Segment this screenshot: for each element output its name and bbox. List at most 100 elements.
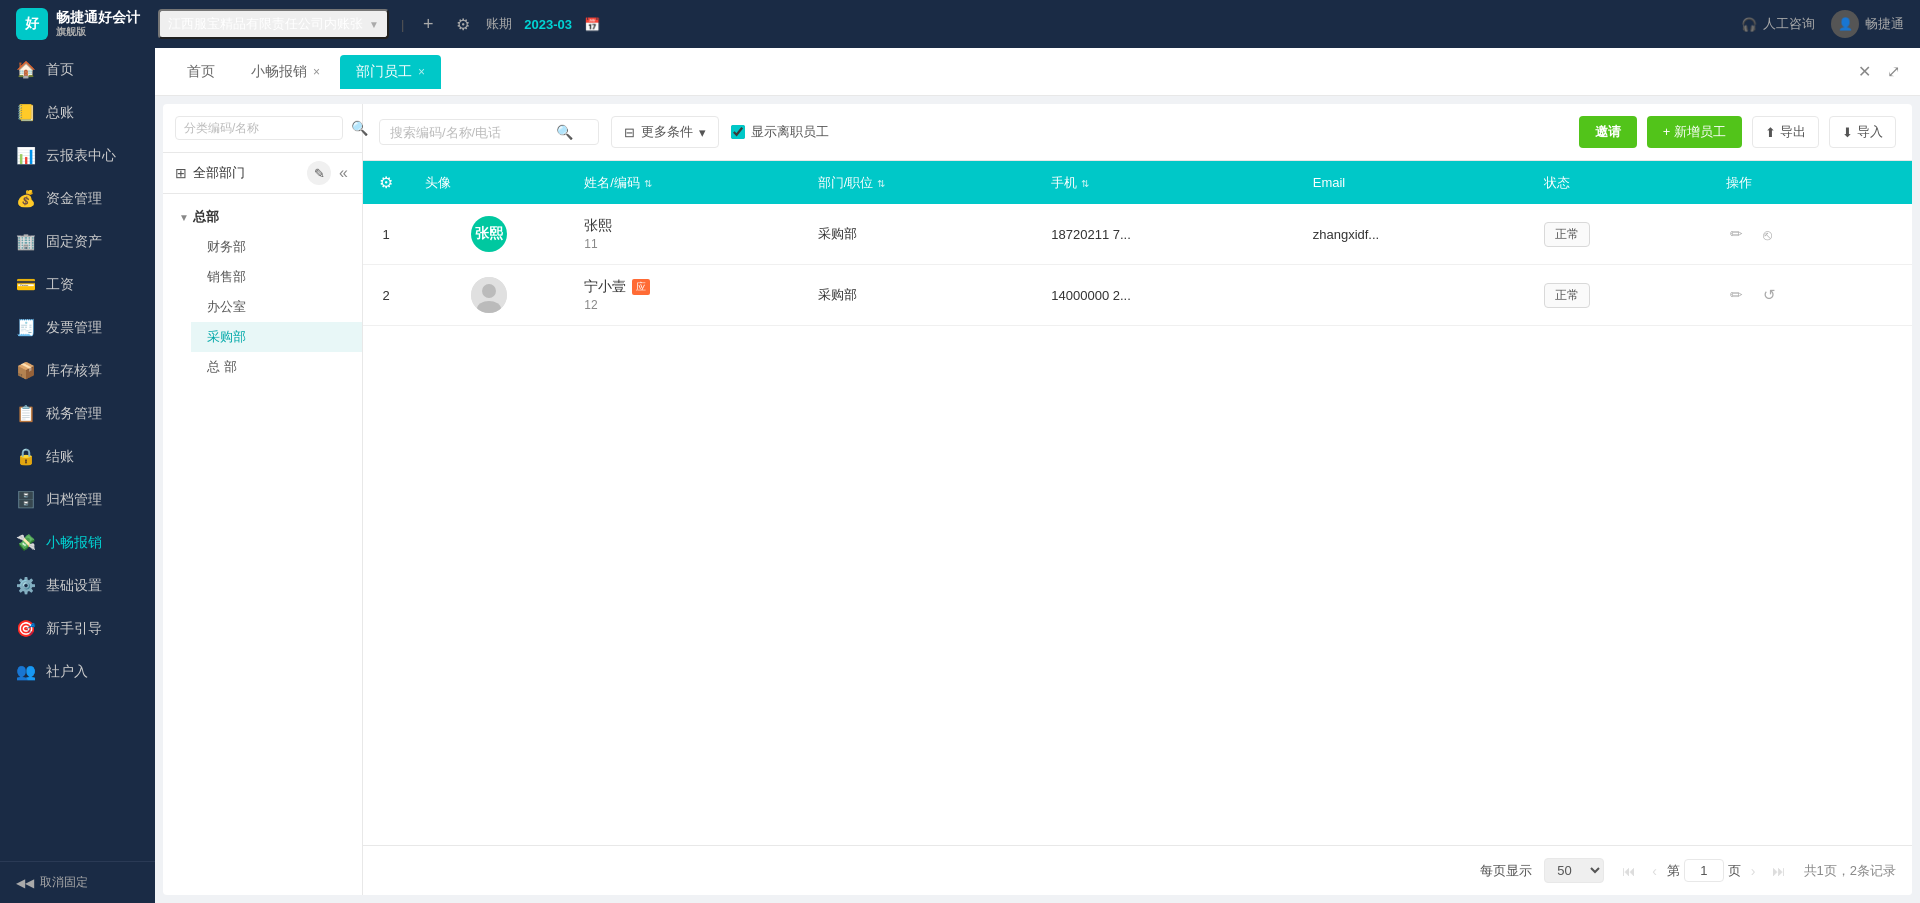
support-button[interactable]: 🎧 人工咨询	[1741, 15, 1815, 33]
page-content: 🔍 ⊞ 全部部门 ✎ « ▼	[163, 104, 1912, 895]
employee-search-input[interactable]	[390, 125, 550, 140]
col-phone[interactable]: 手机⇅	[1035, 161, 1296, 204]
sort-arrows-icon: ⇅	[877, 178, 885, 189]
tab-expense[interactable]: 小畅报销 ×	[235, 55, 336, 89]
employee-name: 张熙	[584, 217, 785, 235]
col-name[interactable]: 姓名/编码⇅	[568, 161, 801, 204]
edit-icon[interactable]: ✏	[1726, 282, 1747, 308]
expand-arrow-icon: ▼	[179, 212, 189, 223]
refresh-icon[interactable]: ↺	[1759, 282, 1780, 308]
sidebar-item-archive[interactable]: 🗄️ 归档管理	[0, 478, 155, 521]
logo-icon: 好	[16, 8, 48, 40]
filter-label: 更多条件	[641, 123, 693, 141]
import-button[interactable]: ⬇ 导入	[1829, 116, 1896, 148]
maximize-window-button[interactable]: ⤢	[1883, 58, 1904, 85]
sidebar-item-close[interactable]: 🔒 结账	[0, 435, 155, 478]
sidebar-item-guide[interactable]: 🎯 新手引导	[0, 607, 155, 650]
avatar: 👤	[1831, 10, 1859, 38]
last-page-button[interactable]: ⏭	[1766, 859, 1792, 883]
sidebar-item-invoice[interactable]: 🧾 发票管理	[0, 306, 155, 349]
cancel-fixed-button[interactable]: ◀◀ 取消固定	[0, 861, 155, 903]
export-button[interactable]: ⬆ 导出	[1752, 116, 1819, 148]
name-cell: 张熙 11	[568, 204, 801, 265]
dept-node-purchase[interactable]: 采购部	[191, 322, 362, 352]
sidebar-item-inventory[interactable]: 📦 库存核算	[0, 349, 155, 392]
tab-expense-close[interactable]: ×	[313, 65, 320, 79]
sidebar-item-funds[interactable]: 💰 资金管理	[0, 177, 155, 220]
sidebar-item-label: 新手引导	[46, 620, 102, 638]
sidebar-item-home[interactable]: 🏠 首页	[0, 48, 155, 91]
close-window-button[interactable]: ✕	[1854, 58, 1875, 85]
invite-button[interactable]: 邀请	[1579, 116, 1637, 148]
calendar-icon[interactable]: 📅	[584, 17, 600, 32]
next-page-button[interactable]: ›	[1745, 859, 1762, 883]
dept-node-finance[interactable]: 财务部	[191, 232, 362, 262]
filter-icon: ⊟	[624, 125, 635, 140]
sidebar-item-user[interactable]: 👥 社户入	[0, 650, 155, 693]
name-cell: 宁小壹 应 12	[568, 265, 801, 326]
status-cell: 正常	[1528, 204, 1711, 265]
email-cell: zhangxidf...	[1297, 204, 1528, 265]
dept-collapse-button[interactable]: «	[337, 162, 350, 184]
sidebar-scroll: 🏠 首页 📒 总账 📊 云报表中心 💰 资金管理 🏢 固定资产	[0, 48, 155, 861]
assets-icon: 🏢	[16, 232, 36, 251]
sidebar-item-expense[interactable]: 💸 小畅报销	[0, 521, 155, 564]
col-settings-button[interactable]: ⚙	[379, 173, 393, 192]
sidebar-item-assets[interactable]: 🏢 固定资产	[0, 220, 155, 263]
sidebar-item-payroll[interactable]: 💳 工资	[0, 263, 155, 306]
sidebar-item-settings[interactable]: ⚙️ 基础设置	[0, 564, 155, 607]
settings-icon-button[interactable]: ⚙	[452, 11, 474, 38]
archive-icon: 🗄️	[16, 490, 36, 509]
company-selector[interactable]: 江西服宝精品有限责任公司内账张 ▼	[158, 9, 389, 39]
name-with-badge: 宁小壹 应	[584, 278, 785, 296]
edit-icon[interactable]: ✏	[1726, 221, 1747, 247]
filter-button[interactable]: ⊟ 更多条件 ▾	[611, 116, 719, 148]
sidebar-item-reports[interactable]: 📊 云报表中心	[0, 134, 155, 177]
page-input[interactable]	[1684, 859, 1724, 882]
dept-node-hq[interactable]: 总 部	[191, 352, 362, 382]
sidebar-item-ledger[interactable]: 📒 总账	[0, 91, 155, 134]
logout-icon[interactable]: ⎋	[1759, 222, 1776, 247]
employee-search-box: 🔍	[379, 119, 599, 145]
main-area: 🏠 首页 📒 总账 📊 云报表中心 💰 资金管理 🏢 固定资产	[0, 48, 1920, 903]
dept-node-general[interactable]: ▼ 总部	[163, 202, 362, 232]
grid-icon: ⊞	[175, 165, 187, 181]
tab-dept-employee[interactable]: 部门员工 ×	[340, 55, 441, 89]
per-page-select[interactable]: 50 10 20 100	[1544, 858, 1604, 883]
search-icon[interactable]: 🔍	[556, 124, 573, 140]
status-badge: 正常	[1544, 283, 1590, 308]
username: 畅捷通	[1865, 15, 1904, 33]
add-employee-button[interactable]: + 新增员工	[1647, 116, 1742, 148]
sidebar-item-label: 基础设置	[46, 577, 102, 595]
dept-search-input[interactable]	[175, 116, 343, 140]
col-dept[interactable]: 部门/职位⇅	[802, 161, 1035, 204]
table-row: 1 张熙 张熙 11	[363, 204, 1912, 265]
dept-edit-button[interactable]: ✎	[307, 161, 331, 185]
dept-node-office[interactable]: 办公室	[191, 292, 362, 322]
show-resigned-checkbox[interactable]: 显示离职员工	[731, 123, 829, 141]
col-settings: ⚙	[363, 161, 409, 204]
gear-icon: ⚙️	[16, 576, 36, 595]
sidebar-item-tax[interactable]: 📋 税务管理	[0, 392, 155, 435]
per-page-label: 每页显示	[1480, 862, 1532, 880]
page-total-label: 页	[1728, 862, 1741, 880]
sidebar-item-label: 税务管理	[46, 405, 102, 423]
first-page-button[interactable]: ⏮	[1616, 859, 1642, 883]
sidebar-item-label: 发票管理	[46, 319, 102, 337]
all-depts-button[interactable]: ⊞ 全部部门	[175, 164, 245, 182]
page-label: 第	[1667, 862, 1680, 880]
dept-node-sales[interactable]: 销售部	[191, 262, 362, 292]
tab-home[interactable]: 首页	[171, 55, 231, 89]
row-num: 2	[363, 265, 409, 326]
top-divider: |	[401, 17, 404, 32]
phone-cell: 14000000 2...	[1035, 265, 1296, 326]
avatar-container: 张熙	[425, 216, 552, 252]
sidebar-item-label: 总账	[46, 104, 74, 122]
prev-page-button[interactable]: ‹	[1646, 859, 1663, 883]
show-resigned-input[interactable]	[731, 125, 745, 139]
top-right: 🎧 人工咨询 👤 畅捷通	[1741, 10, 1904, 38]
tab-dept-close[interactable]: ×	[418, 65, 425, 79]
table-body: 1 张熙 张熙 11	[363, 204, 1912, 326]
user-area[interactable]: 👤 畅捷通	[1831, 10, 1904, 38]
add-tab-button[interactable]: +	[416, 12, 440, 36]
